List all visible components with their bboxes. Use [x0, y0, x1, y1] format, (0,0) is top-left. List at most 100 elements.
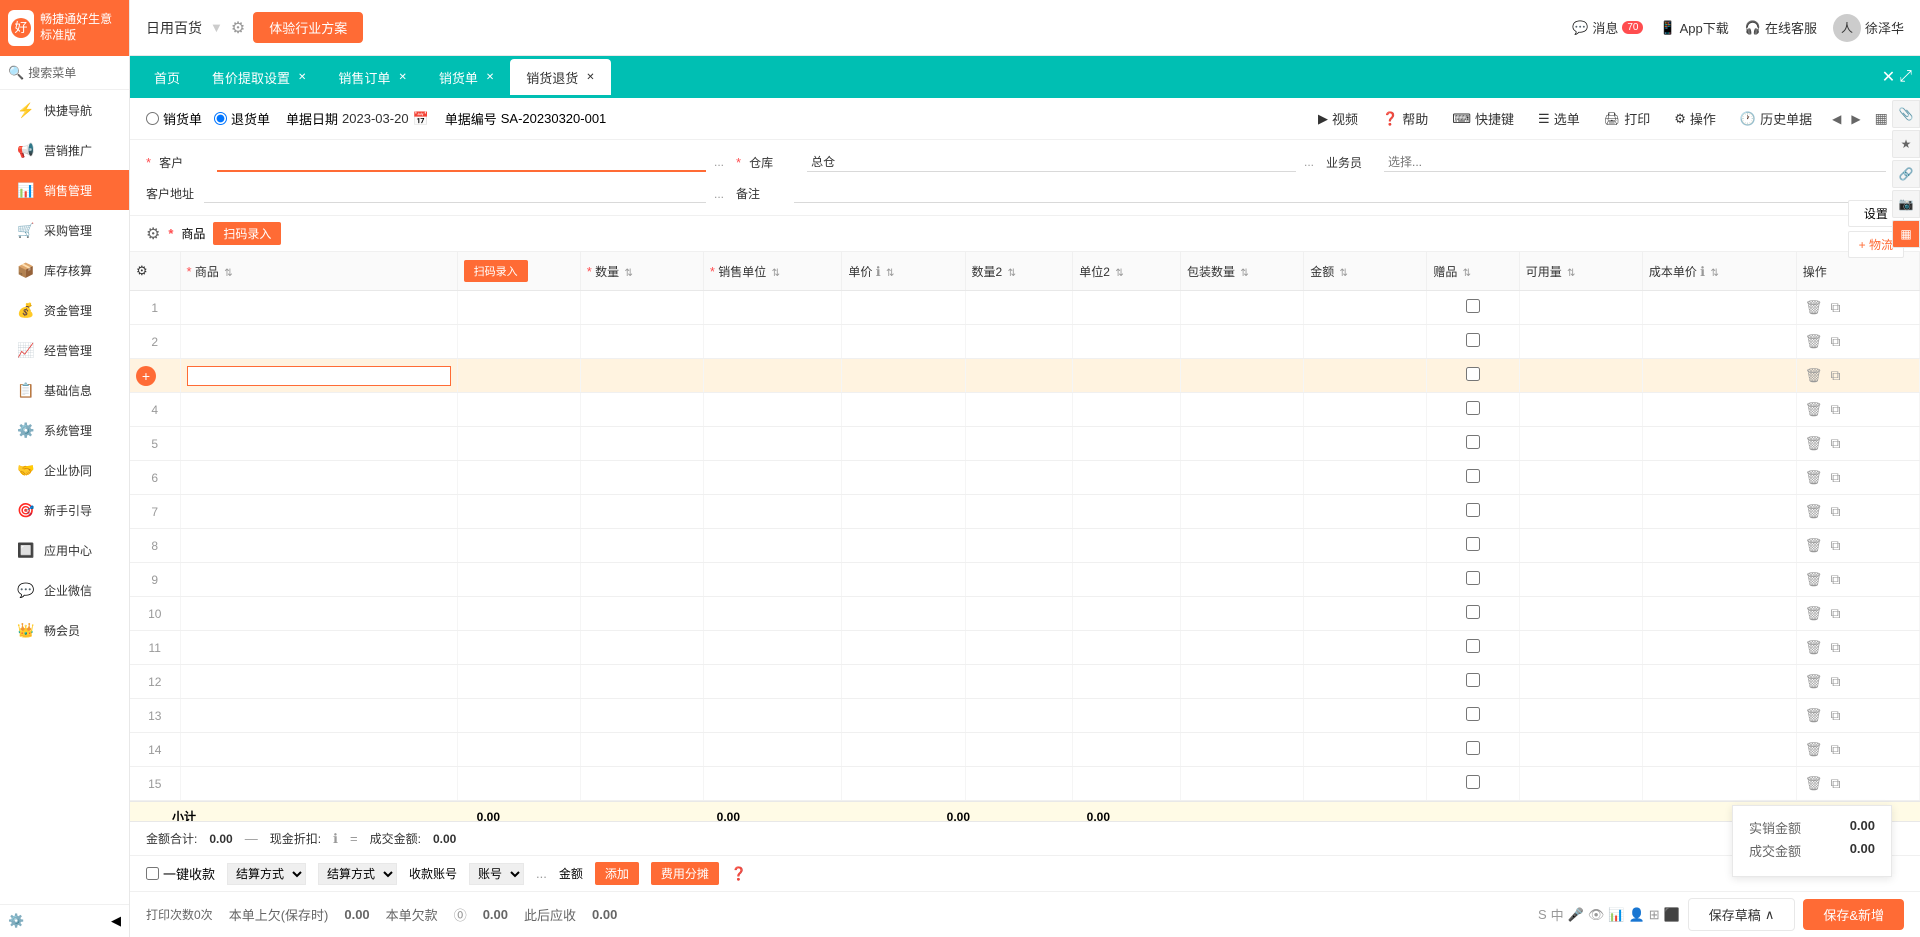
right-panel-star[interactable]: ★ — [1892, 130, 1920, 158]
delete-row-btn-11[interactable]: 🗑 — [1803, 637, 1825, 658]
row-unit2-1[interactable] — [1073, 291, 1181, 325]
sidebar-item-wechat[interactable]: 💬 企业微信 — [0, 570, 129, 610]
row-unit2-3[interactable] — [1073, 359, 1181, 393]
row-qty-13[interactable] — [580, 699, 703, 733]
addr-input[interactable] — [204, 184, 706, 203]
copy-row-btn-2[interactable]: ⧉ — [1829, 331, 1843, 352]
expense-split-btn[interactable]: 费用分摊 — [651, 862, 719, 885]
warehouse-input[interactable] — [807, 153, 1296, 172]
row-sale-unit-3[interactable] — [703, 359, 842, 393]
row-gift-11[interactable] — [1427, 631, 1519, 665]
row-amount-9[interactable] — [1304, 563, 1427, 597]
row-qty2-8[interactable] — [965, 529, 1073, 563]
right-panel-link[interactable]: 🔗 — [1892, 160, 1920, 188]
delete-row-btn-3[interactable]: 🗑 — [1803, 365, 1825, 386]
row-sale-unit-13[interactable] — [703, 699, 842, 733]
row-pack-qty-7[interactable] — [1181, 495, 1304, 529]
add-row-btn[interactable]: + — [136, 366, 156, 386]
tab-sale-out[interactable]: 销货单✕ — [423, 59, 510, 95]
row-qty2-13[interactable] — [965, 699, 1073, 733]
history-btn[interactable]: 🕐 历史单据 — [1732, 106, 1820, 131]
row-available-13[interactable] — [1519, 699, 1642, 733]
row-product-14[interactable] — [180, 733, 457, 767]
sale-type-radio[interactable]: 销货单 — [146, 109, 202, 128]
row-available-7[interactable] — [1519, 495, 1642, 529]
delete-row-btn-4[interactable]: 🗑 — [1803, 399, 1825, 420]
row-product-6[interactable] — [180, 461, 457, 495]
gift-check-10[interactable] — [1466, 605, 1480, 619]
gift-check-5[interactable] — [1466, 435, 1480, 449]
row-product-5[interactable] — [180, 427, 457, 461]
customer-input[interactable] — [217, 152, 706, 172]
next-doc-btn[interactable]: ▶ — [1847, 110, 1864, 128]
table-settings-icon[interactable]: ⚙ — [146, 224, 160, 244]
row-cost-price-11[interactable] — [1642, 631, 1796, 665]
product-input-active[interactable] — [187, 366, 451, 386]
calc-method-select[interactable]: 结算方式 — [318, 863, 397, 885]
delete-row-btn-1[interactable]: 🗑 — [1803, 297, 1825, 318]
row-available-1[interactable] — [1519, 291, 1642, 325]
user-menu[interactable]: 人 徐泽华 — [1833, 14, 1904, 42]
row-sale-unit-14[interactable] — [703, 733, 842, 767]
row-available-11[interactable] — [1519, 631, 1642, 665]
copy-row-btn-12[interactable]: ⧉ — [1829, 671, 1843, 692]
sidebar-item-guide[interactable]: 🎯 新手引导 — [0, 490, 129, 530]
settings-icon[interactable]: ⚙️ — [8, 913, 24, 929]
row-qty2-3[interactable] — [965, 359, 1073, 393]
tab-home[interactable]: 首页 — [138, 59, 196, 95]
row-product-13[interactable] — [180, 699, 457, 733]
tab-close-sale-out[interactable]: ✕ — [486, 72, 494, 83]
copy-row-btn-13[interactable]: ⧉ — [1829, 705, 1843, 726]
row-qty2-11[interactable] — [965, 631, 1073, 665]
row-available-2[interactable] — [1519, 325, 1642, 359]
copy-row-btn-7[interactable]: ⧉ — [1829, 501, 1843, 522]
row-amount-4[interactable] — [1304, 393, 1427, 427]
row-pack-qty-14[interactable] — [1181, 733, 1304, 767]
online-service-btn[interactable]: 🎧 在线客服 — [1745, 18, 1817, 37]
row-qty2-12[interactable] — [965, 665, 1073, 699]
sidebar-item-sales[interactable]: 📊 销售管理 — [0, 170, 129, 210]
gift-check-13[interactable] — [1466, 707, 1480, 721]
copy-row-btn-10[interactable]: ⧉ — [1829, 603, 1843, 624]
delete-row-btn-15[interactable]: 🗑 — [1803, 773, 1825, 794]
row-sale-unit-6[interactable] — [703, 461, 842, 495]
right-panel-attach[interactable]: 📎 — [1892, 100, 1920, 128]
sidebar-item-member[interactable]: 👑 畅会员 — [0, 610, 129, 650]
row-product-12[interactable] — [180, 665, 457, 699]
right-panel-camera[interactable]: 📷 — [1892, 190, 1920, 218]
row-qty2-4[interactable] — [965, 393, 1073, 427]
row-product-3[interactable] — [180, 359, 457, 393]
delete-row-btn-13[interactable]: 🗑 — [1803, 705, 1825, 726]
gift-check-7[interactable] — [1466, 503, 1480, 517]
row-sale-unit-1[interactable] — [703, 291, 842, 325]
row-product-11[interactable] — [180, 631, 457, 665]
row-qty-5[interactable] — [580, 427, 703, 461]
row-pack-qty-15[interactable] — [1181, 767, 1304, 801]
row-unit2-7[interactable] — [1073, 495, 1181, 529]
row-available-12[interactable] — [1519, 665, 1642, 699]
sale-radio-input[interactable] — [146, 112, 159, 125]
save-draft-btn[interactable]: 保存草稿 ∧ — [1688, 898, 1796, 931]
row-available-8[interactable] — [1519, 529, 1642, 563]
return-radio-input[interactable] — [214, 112, 227, 125]
row-gift-15[interactable] — [1427, 767, 1519, 801]
row-unit2-15[interactable] — [1073, 767, 1181, 801]
row-amount-12[interactable] — [1304, 665, 1427, 699]
row-product-15[interactable] — [180, 767, 457, 801]
search-menu[interactable]: 🔍 搜索菜单 — [0, 56, 129, 90]
row-pack-qty-11[interactable] — [1181, 631, 1304, 665]
copy-row-btn-1[interactable]: ⧉ — [1829, 297, 1843, 318]
row-product-9[interactable] — [180, 563, 457, 597]
help-discount-icon[interactable]: ℹ — [333, 831, 338, 847]
remark-input[interactable] — [794, 184, 1904, 203]
row-cost-price-14[interactable] — [1642, 733, 1796, 767]
col-settings-icon[interactable]: ⚙ — [136, 263, 148, 278]
row-cost-price-3[interactable] — [1642, 359, 1796, 393]
row-qty-1[interactable] — [580, 291, 703, 325]
row-sale-unit-4[interactable] — [703, 393, 842, 427]
row-unit-price-1[interactable] — [842, 291, 965, 325]
row-unit-price-10[interactable] — [842, 597, 965, 631]
row-amount-6[interactable] — [1304, 461, 1427, 495]
staff-input[interactable] — [1384, 153, 1886, 172]
row-gift-2[interactable] — [1427, 325, 1519, 359]
